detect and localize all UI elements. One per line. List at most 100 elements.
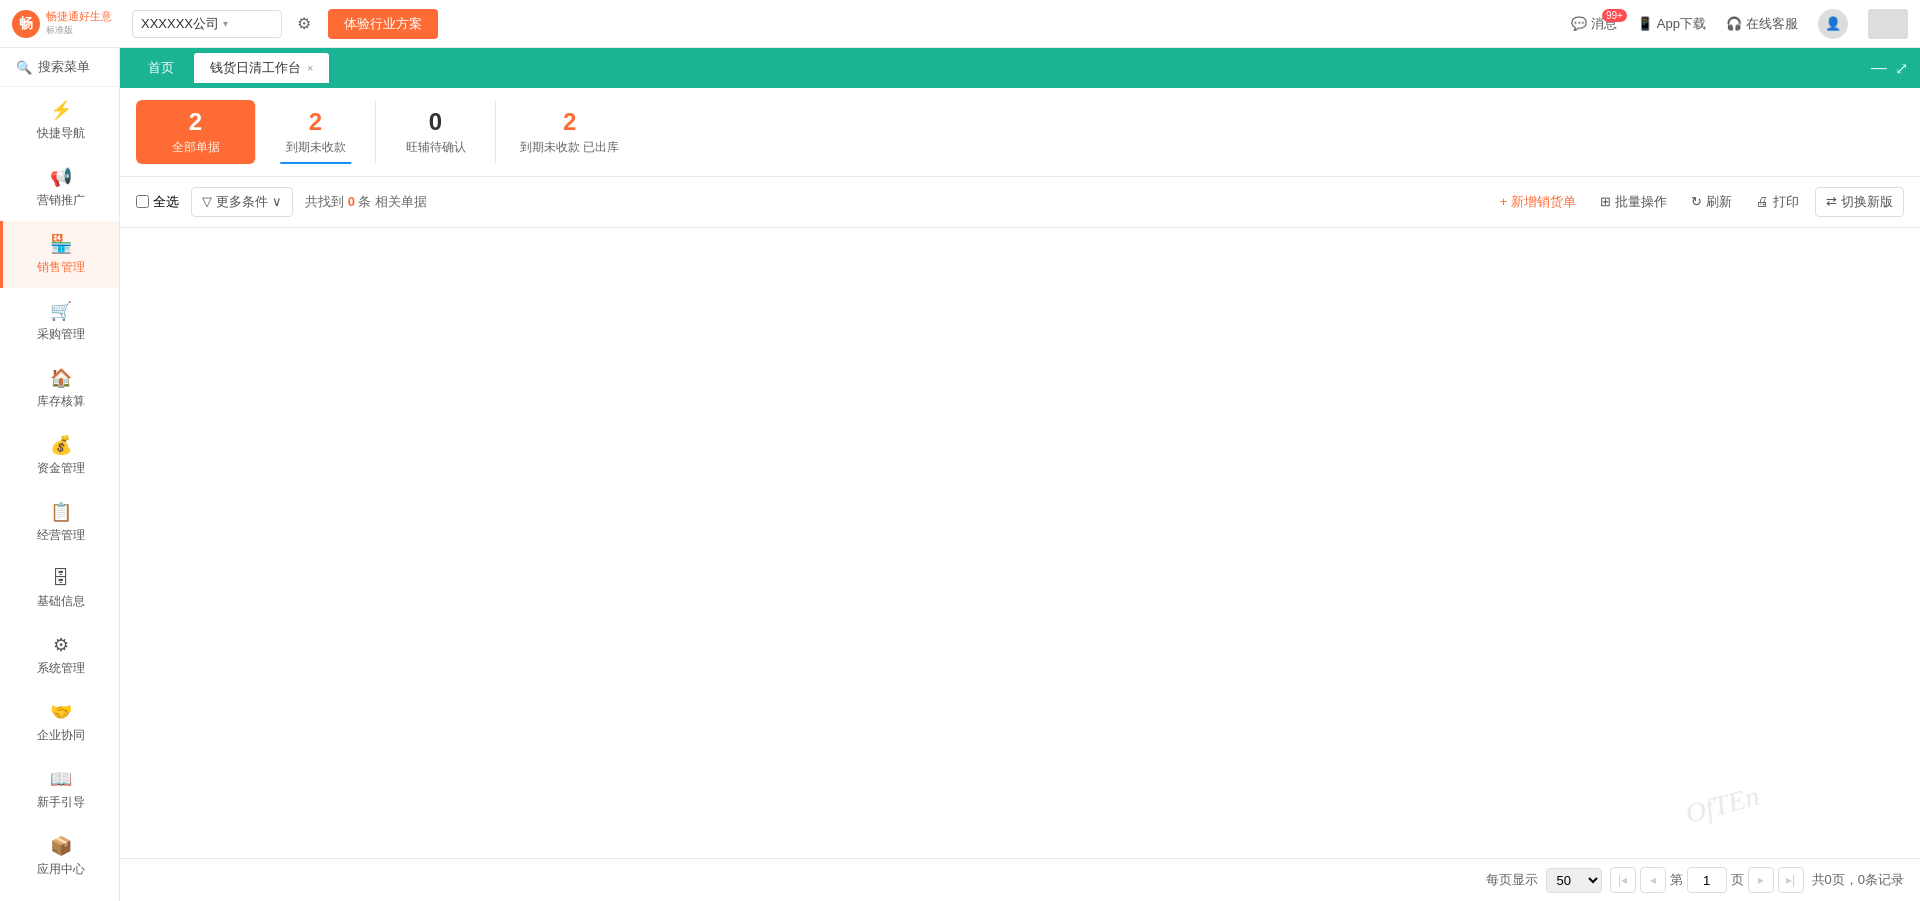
system-icon: ⚙	[53, 634, 69, 656]
sidebar-item-inventory[interactable]: 🏠 库存核算	[0, 355, 119, 422]
next-page-button[interactable]: ▸	[1748, 867, 1774, 893]
first-page-button[interactable]: |◂	[1610, 867, 1636, 893]
tab-workbench-label: 钱货日清工作台	[210, 59, 301, 77]
batch-operation-button[interactable]: ⊞ 批量操作	[1592, 189, 1675, 215]
add-sales-order-button[interactable]: + 新增销货单	[1492, 189, 1584, 215]
sidebar-label-app-center: 应用中心	[37, 861, 85, 878]
sidebar-item-purchase[interactable]: 🛒 采购管理	[0, 288, 119, 355]
trial-button[interactable]: 体验行业方案	[328, 9, 438, 39]
per-page-select[interactable]: 50 100 200	[1546, 868, 1602, 893]
sidebar-label-guide: 新手引导	[37, 794, 85, 811]
print-button[interactable]: 🖨 打印	[1748, 189, 1807, 215]
page-suffix: 页	[1731, 871, 1744, 889]
page-number-input[interactable]	[1687, 867, 1727, 893]
prev-page-button[interactable]: ◂	[1640, 867, 1666, 893]
search-menu[interactable]: 🔍 搜索菜单	[0, 48, 119, 87]
sidebar-label-operations: 经营管理	[37, 527, 85, 544]
search-icon: 🔍	[16, 60, 32, 75]
logo-text: 畅捷通好生意	[46, 10, 112, 23]
online-service-action[interactable]: 🎧 在线客服	[1726, 15, 1798, 33]
stat-wangwang-number: 0	[429, 108, 442, 137]
per-page-label: 每页显示	[1486, 871, 1538, 889]
stats-row: 2 全部单据 2 到期未收款 0 旺辅待确认 2 到期未收款 已出库	[120, 88, 1920, 177]
app-center-icon: 📦	[50, 835, 72, 857]
marketing-icon: 📢	[50, 166, 72, 188]
tab-maximize-button[interactable]: ⤢	[1895, 59, 1908, 78]
sidebar: 🔍 搜索菜单 ⚡ 快捷导航 📢 营销推广 🏪 销售管理 🛒 采购管理 🏠 库存核…	[0, 48, 120, 901]
app-download-action[interactable]: 📱 App下载	[1637, 15, 1706, 33]
page-content: 2 全部单据 2 到期未收款 0 旺辅待确认 2 到期未收款 已出库	[120, 88, 1920, 901]
refresh-button[interactable]: ↻ 刷新	[1683, 189, 1740, 215]
stat-overdue-unpaid[interactable]: 2 到期未收款	[256, 100, 376, 164]
table-area	[120, 228, 1920, 858]
app-download-label: App下载	[1657, 15, 1706, 33]
sidebar-item-marketing[interactable]: 📢 营销推广	[0, 154, 119, 221]
stat-all[interactable]: 2 全部单据	[136, 100, 256, 164]
search-menu-label: 搜索菜单	[38, 58, 90, 76]
select-all-checkbox[interactable]	[136, 195, 149, 208]
stat-unshipped-number: 2	[563, 108, 576, 137]
tab-workbench[interactable]: 钱货日清工作台 ×	[194, 53, 329, 83]
message-action[interactable]: 💬 消息 99+	[1571, 15, 1617, 33]
page-label: 第	[1670, 871, 1683, 889]
sidebar-label-purchase: 采购管理	[37, 326, 85, 343]
pagination-bar: 每页显示 50 100 200 |◂ ◂ 第 页 ▸ ▸| 共0页，0条记录	[120, 858, 1920, 901]
total-info: 共0页，0条记录	[1812, 871, 1904, 889]
switch-label: 切换新版	[1841, 193, 1893, 211]
headset-icon: 🎧	[1726, 16, 1742, 31]
content-area: 首页 钱货日清工作台 × — ⤢ 2 全部单据 2 到期未收款	[120, 48, 1920, 901]
batch-label: 批量操作	[1615, 193, 1667, 211]
stat-underline	[280, 162, 351, 164]
sidebar-item-base-info[interactable]: 🗄 基础信息	[0, 556, 119, 622]
message-badge: 99+	[1602, 9, 1627, 22]
tab-minimize-button[interactable]: —	[1871, 59, 1887, 78]
header-right: 💬 消息 99+ 📱 App下载 🎧 在线客服 👤	[1571, 9, 1908, 39]
sidebar-label-base-info: 基础信息	[37, 593, 85, 610]
sidebar-item-guide[interactable]: 📖 新手引导	[0, 756, 119, 823]
sidebar-item-finance[interactable]: 💰 资金管理	[0, 422, 119, 489]
sidebar-item-app-center[interactable]: 📦 应用中心	[0, 823, 119, 890]
sidebar-label-inventory: 库存核算	[37, 393, 85, 410]
page-nav: |◂ ◂ 第 页 ▸ ▸|	[1610, 867, 1804, 893]
sidebar-label-enterprise: 企业协同	[37, 727, 85, 744]
sidebar-label-marketing: 营销推广	[37, 192, 85, 209]
settings-button[interactable]: ⚙	[288, 8, 320, 40]
sidebar-item-quick-nav[interactable]: ⚡ 快捷导航	[0, 87, 119, 154]
tab-close-icon[interactable]: ×	[307, 62, 313, 74]
last-page-button[interactable]: ▸|	[1778, 867, 1804, 893]
user-icon: 👤	[1825, 16, 1841, 31]
switch-version-button[interactable]: ⇄ 切换新版	[1815, 187, 1904, 217]
purchase-icon: 🛒	[50, 300, 72, 322]
main-layout: 🔍 搜索菜单 ⚡ 快捷导航 📢 营销推广 🏪 销售管理 🛒 采购管理 🏠 库存核…	[0, 48, 1920, 901]
sidebar-item-wechat[interactable]: 💬 企业微信	[0, 890, 119, 901]
quick-nav-icon: ⚡	[50, 99, 72, 121]
base-info-icon: 🗄	[52, 568, 70, 589]
select-all-label: 全选	[153, 193, 179, 211]
sidebar-label-quick-nav: 快捷导航	[37, 125, 85, 142]
stat-unshipped-label: 到期未收款 已出库	[520, 139, 619, 156]
found-count: 0	[348, 194, 355, 209]
enterprise-icon: 🤝	[50, 701, 72, 723]
switch-icon: ⇄	[1826, 194, 1837, 209]
company-selector[interactable]: XXXXXX公司 ▾	[132, 10, 282, 38]
inventory-icon: 🏠	[50, 367, 72, 389]
phone-icon: 📱	[1637, 16, 1653, 31]
sidebar-item-sales[interactable]: 🏪 销售管理	[0, 221, 119, 288]
sidebar-item-operations[interactable]: 📋 经营管理	[0, 489, 119, 556]
stat-overdue-unshipped[interactable]: 2 到期未收款 已出库	[496, 100, 643, 164]
refresh-icon: ↻	[1691, 194, 1702, 209]
found-text: 共找到 0 条 相关单据	[305, 193, 427, 211]
select-all-area[interactable]: 全选	[136, 193, 179, 211]
sidebar-label-system: 系统管理	[37, 660, 85, 677]
tab-home[interactable]: 首页	[132, 53, 190, 83]
filter-button[interactable]: ▽ 更多条件 ∨	[191, 187, 293, 217]
stat-overdue-label: 到期未收款	[286, 139, 346, 156]
stat-wangwang[interactable]: 0 旺辅待确认	[376, 100, 496, 164]
sidebar-label-finance: 资金管理	[37, 460, 85, 477]
sidebar-item-system[interactable]: ⚙ 系统管理	[0, 622, 119, 689]
sidebar-item-enterprise[interactable]: 🤝 企业协同	[0, 689, 119, 756]
avatar[interactable]: 👤	[1818, 9, 1848, 39]
print-icon: 🖨	[1756, 194, 1769, 209]
tab-bar: 首页 钱货日清工作台 × — ⤢	[120, 48, 1920, 88]
company-name: XXXXXX公司	[141, 15, 219, 33]
